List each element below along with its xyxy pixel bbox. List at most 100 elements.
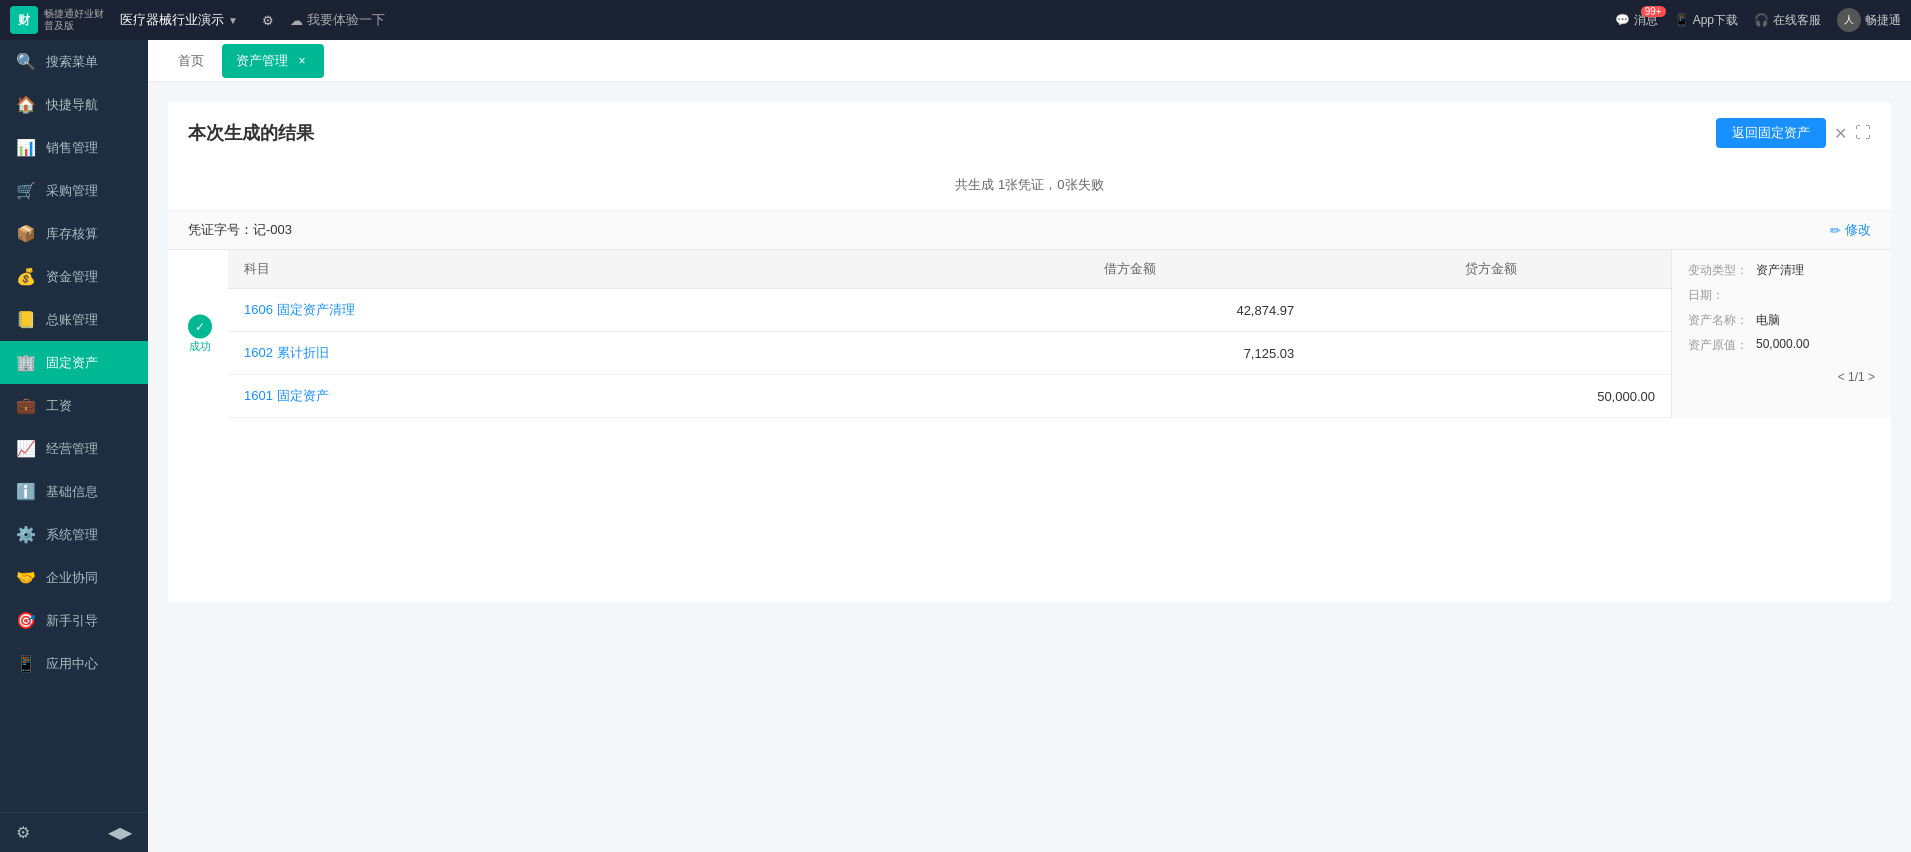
sidebar-item-cooperation[interactable]: 🤝企业协同	[0, 556, 148, 599]
sidebar-item-system[interactable]: ⚙️ 系统管理	[0, 513, 148, 556]
basic-info-icon: ℹ️	[16, 482, 36, 501]
date-row: 日期：	[1688, 287, 1875, 304]
service-icon: 🎧	[1754, 13, 1769, 27]
company-selector[interactable]: 医疗器械行业演示 ▼	[112, 7, 246, 33]
settings-bottom-icon[interactable]: ⚙	[16, 823, 30, 842]
sidebar-label-operations: 经营管理	[46, 440, 98, 458]
sidebar-label-capital: 资金管理	[46, 268, 98, 286]
experience-button[interactable]: ☁ 我要体验一下	[290, 11, 385, 29]
ledger-icon: 📒	[16, 310, 36, 329]
download-icon: 📱	[1674, 13, 1689, 27]
sidebar-item-basic-info[interactable]: ℹ️ 基础信息	[0, 470, 148, 513]
tab-label-home: 首页	[178, 52, 204, 70]
result-title-bar: 本次生成的结果 返回固定资产 ✕ ⛶	[168, 102, 1891, 160]
payroll-icon: 💼	[16, 396, 36, 415]
edit-icon: ✏	[1830, 223, 1841, 238]
voucher-number: 凭证字号：记-003	[188, 221, 292, 239]
edit-button[interactable]: ✏ 修改	[1830, 221, 1871, 239]
return-button[interactable]: 返回固定资产	[1716, 118, 1826, 148]
sidebar-label-basic-info: 基础信息	[46, 483, 98, 501]
sidebar: 🔍 搜索菜单 🏠 快捷导航 📊 销售管理 🛒 采购管理 📦库存核算 💰 资金管理 📒 总账管理 🏢 固定资产…	[0, 40, 148, 852]
top-header: 财 畅捷通好业财 普及版 医疗器械行业演示 ▼ ⚙ ☁ 我要体验一下 💬 消息 …	[0, 0, 1911, 40]
settings-icon[interactable]: ⚙	[254, 6, 282, 34]
sidebar-label-ledger: 总账管理	[46, 311, 98, 329]
cell-debit-0: 42,874.97	[950, 289, 1311, 331]
message-badge: 99+	[1641, 6, 1666, 17]
logo-text: 畅捷通好业财 普及版	[44, 8, 104, 32]
message-button[interactable]: 💬 消息 99+	[1615, 12, 1658, 29]
inventory-icon: 📦	[16, 224, 36, 243]
tab-close-asset-mgmt[interactable]: ×	[294, 53, 310, 69]
voucher-header: 凭证字号：记-003 ✏ 修改	[168, 211, 1891, 250]
sidebar-label-fixed-assets: 固定资产	[46, 354, 98, 372]
cell-credit-2: 50,000.00	[1310, 375, 1671, 417]
capital-icon: 💰	[16, 267, 36, 286]
sidebar-item-ledger[interactable]: 📒 总账管理	[0, 298, 148, 341]
sidebar-label-system: 系统管理	[46, 526, 98, 544]
right-panel: 变动类型： 资产清理 日期： 资产名称： 电脑	[1671, 250, 1891, 418]
quick-nav-icon: 🏠	[16, 95, 36, 114]
cell-credit-1	[1310, 332, 1671, 374]
sidebar-item-purchase[interactable]: 🛒 采购管理	[0, 169, 148, 212]
app-download-button[interactable]: 📱 App下载	[1674, 12, 1738, 29]
collapse-icon[interactable]: ◀▶	[108, 823, 132, 842]
original-value-row: 资产原值： 50,000.00	[1688, 337, 1875, 354]
result-panel: 本次生成的结果 返回固定资产 ✕ ⛶ 共生成 1张凭证，0张失败 凭证字号：记-…	[168, 102, 1891, 602]
avatar: 人	[1837, 8, 1861, 32]
sidebar-item-search[interactable]: 🔍 搜索菜单	[0, 40, 148, 83]
system-icon: ⚙️	[16, 525, 36, 544]
voucher-content: ✓ 成功 科目 借方金额 贷方金额	[168, 250, 1891, 418]
tab-home[interactable]: 首页	[164, 44, 218, 78]
cloud-icon: ☁	[290, 13, 303, 28]
tab-asset-mgmt[interactable]: 资产管理×	[222, 44, 324, 78]
expand-icon[interactable]: ⛶	[1855, 124, 1871, 142]
asset-name-row: 资产名称： 电脑	[1688, 312, 1875, 329]
sidebar-bottom: ⚙ ◀▶	[0, 812, 148, 852]
status-indicator: ✓ 成功	[188, 315, 212, 354]
header-left: 财 畅捷通好业财 普及版 医疗器械行业演示 ▼ ⚙ ☁ 我要体验一下	[10, 6, 385, 34]
sidebar-item-quick-nav[interactable]: 🏠 快捷导航	[0, 83, 148, 126]
sidebar-item-payroll[interactable]: 💼工资	[0, 384, 148, 427]
search-icon: 🔍	[16, 52, 36, 71]
page-title: 本次生成的结果	[188, 121, 314, 145]
col-debit: 借方金额	[950, 250, 1311, 288]
sidebar-item-operations[interactable]: 📈 经营管理	[0, 427, 148, 470]
logo-icon: 财	[10, 6, 38, 34]
result-summary: 共生成 1张凭证，0张失败	[168, 160, 1891, 211]
purchase-icon: 🛒	[16, 181, 36, 200]
sidebar-item-guide[interactable]: 🎯新手引导	[0, 599, 148, 642]
sidebar-item-inventory[interactable]: 📦库存核算	[0, 212, 148, 255]
cell-subject-1[interactable]: 1602 累计折旧	[228, 332, 950, 374]
content-area: 首页资产管理× 本次生成的结果 返回固定资产 ✕ ⛶ 共生成 1张凭证，0张失败	[148, 40, 1911, 852]
sidebar-item-sales[interactable]: 📊 销售管理	[0, 126, 148, 169]
sales-icon: 📊	[16, 138, 36, 157]
sidebar-item-fixed-assets[interactable]: 🏢 固定资产	[0, 341, 148, 384]
sidebar-item-app-center[interactable]: 📱应用中心	[0, 642, 148, 685]
change-type-row: 变动类型： 资产清理	[1688, 262, 1875, 279]
table-header: 科目 借方金额 贷方金额	[228, 250, 1671, 289]
online-service-button[interactable]: 🎧 在线客服	[1754, 12, 1821, 29]
sidebar-label-sales: 销售管理	[46, 139, 98, 157]
success-icon: ✓	[188, 315, 212, 339]
close-icon[interactable]: ✕	[1834, 124, 1847, 143]
cell-subject-2[interactable]: 1601 固定资产	[228, 375, 950, 417]
main-layout: 🔍 搜索菜单 🏠 快捷导航 📊 销售管理 🛒 采购管理 📦库存核算 💰 资金管理 📒 总账管理 🏢 固定资产…	[0, 40, 1911, 852]
sidebar-item-capital[interactable]: 💰 资金管理	[0, 255, 148, 298]
cell-debit-2	[950, 375, 1311, 417]
user-area[interactable]: 人 畅捷通	[1837, 8, 1901, 32]
table-row: 1602 累计折旧 7,125.03	[228, 332, 1671, 375]
sidebar-scroll: 🔍 搜索菜单 🏠 快捷导航 📊 销售管理 🛒 采购管理 📦库存核算 💰 资金管理 📒 总账管理 🏢 固定资产…	[0, 40, 148, 812]
sidebar-label-search: 搜索菜单	[46, 53, 98, 71]
fixed-assets-icon: 🏢	[16, 353, 36, 372]
status-label: 成功	[189, 339, 211, 354]
header-right: 💬 消息 99+ 📱 App下载 🎧 在线客服 人 畅捷通	[1615, 8, 1901, 32]
sidebar-label-purchase: 采购管理	[46, 182, 98, 200]
table-row: 1606 固定资产清理 42,874.97	[228, 289, 1671, 332]
cooperation-icon: 🤝	[16, 568, 36, 587]
sidebar-label-quick-nav: 快捷导航	[46, 96, 98, 114]
col-subject: 科目	[228, 250, 950, 288]
operations-icon: 📈	[16, 439, 36, 458]
cell-subject-0[interactable]: 1606 固定资产清理	[228, 289, 950, 331]
message-icon: 💬	[1615, 13, 1630, 27]
table-body: 1606 固定资产清理 42,874.97 1602 累计折旧 7,125.03…	[228, 289, 1671, 418]
